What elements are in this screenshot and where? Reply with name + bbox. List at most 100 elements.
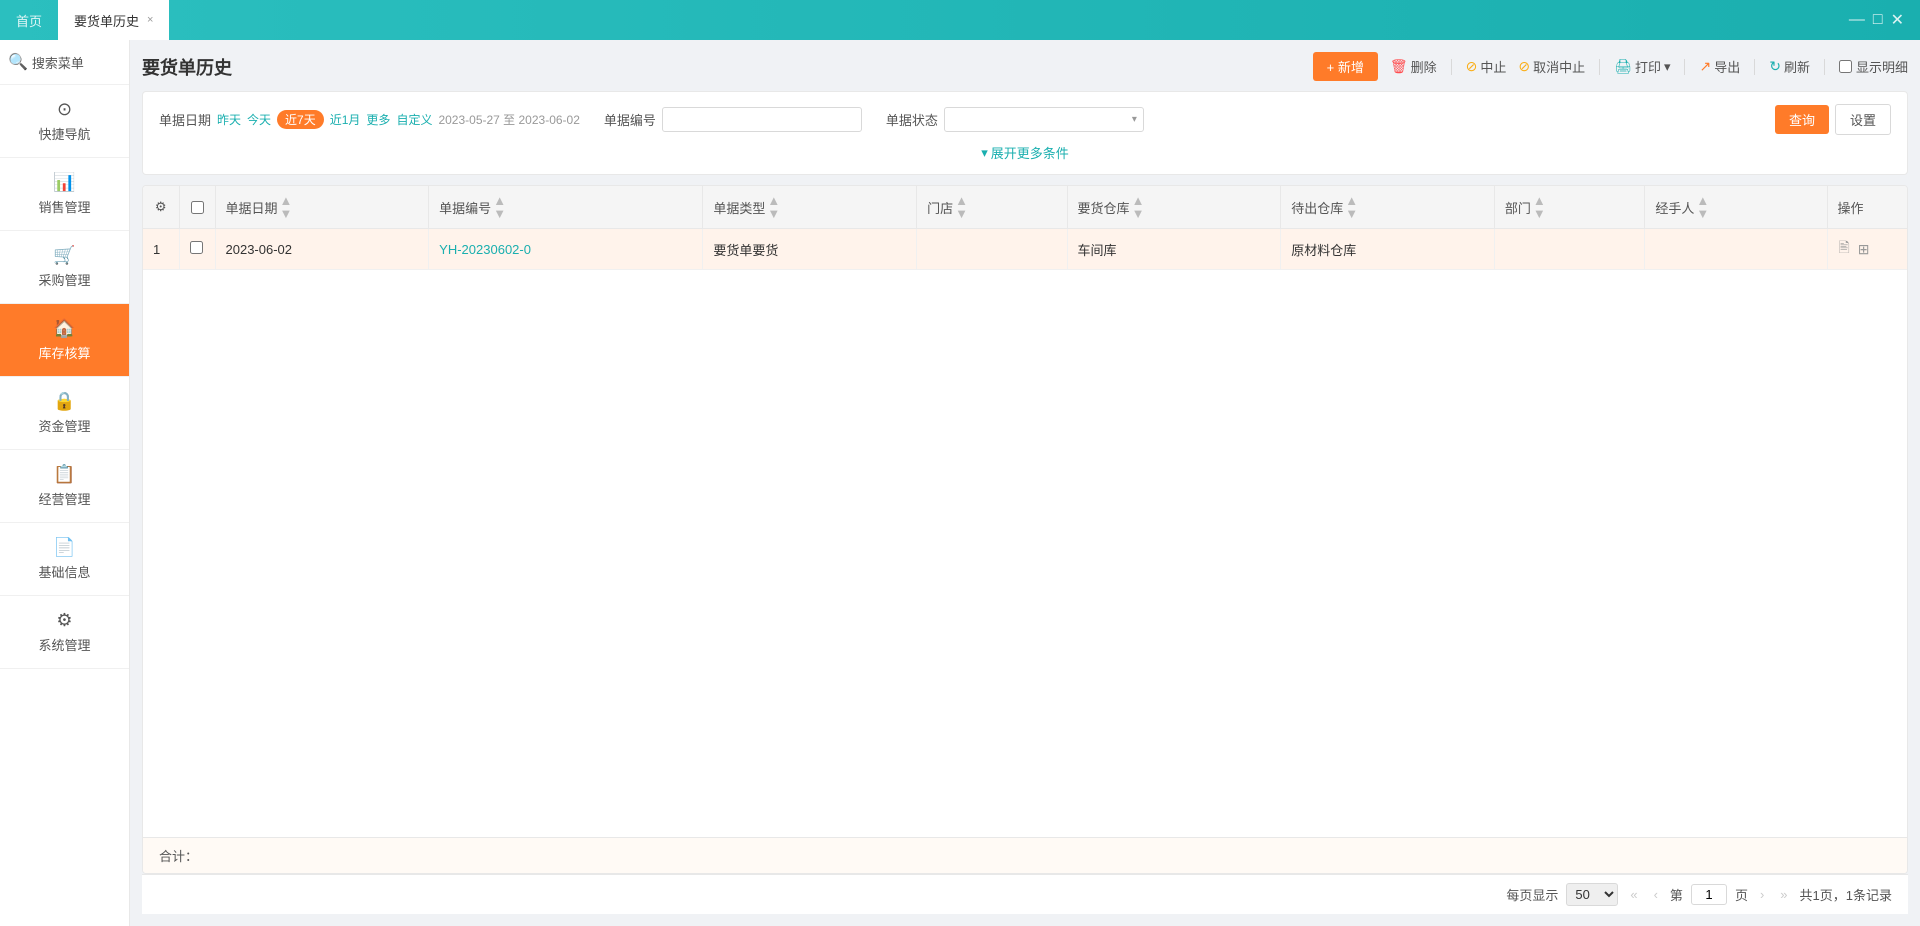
close-btn[interactable]: ✕ [1891, 10, 1904, 30]
docno-filter-label: 单据编号 [604, 110, 656, 129]
page-size-select[interactable]: 10 20 50 100 [1566, 883, 1618, 906]
last-page-btn[interactable]: » [1776, 885, 1791, 904]
current-page-input[interactable] [1691, 884, 1727, 905]
system-icon: ⚙ [56, 610, 72, 631]
purchase-icon: 🛒 [53, 245, 75, 266]
date-yesterday-btn[interactable]: 昨天 [217, 111, 241, 128]
export-icon: ↗ [1699, 58, 1711, 75]
sort-arrows-store: ▲▼ [955, 194, 968, 220]
divider-2 [1599, 59, 1600, 75]
sidebar-item-purchase[interactable]: 🛒 采购管理 [0, 231, 129, 304]
sidebar-item-finance[interactable]: 🔒 资金管理 [0, 377, 129, 450]
date-shortcuts: 昨天 今天 近7天 近1月 更多 自定义 [217, 110, 432, 129]
th-waitwarehouse[interactable]: 待出仓库 ▲▼ [1281, 186, 1495, 229]
th-doctype[interactable]: 单据类型 ▲▼ [703, 186, 917, 229]
display-detail-label: 显示明细 [1856, 57, 1908, 76]
divider-4 [1754, 59, 1755, 75]
print-arrow: ▾ [1664, 59, 1671, 75]
date-more-btn[interactable]: 更多 [366, 111, 390, 128]
table-container: ⚙ 单据日期 ▲▼ [142, 185, 1908, 874]
prev-page-btn[interactable]: ‹ [1650, 885, 1662, 904]
th-reqwarehouse[interactable]: 要货仓库 ▲▼ [1067, 186, 1281, 229]
delete-button[interactable]: 🗑 删除 [1390, 57, 1437, 76]
sidebar-item-operations[interactable]: 📋 经营管理 [0, 450, 129, 523]
sort-arrows-department: ▲▼ [1533, 194, 1546, 220]
top-tabs: 首页 要货单历史 × [0, 0, 1849, 40]
delete-label: 删除 [1411, 57, 1437, 76]
operations-icon: 📋 [53, 464, 75, 485]
date-custom-btn[interactable]: 自定义 [396, 111, 432, 128]
docno-input[interactable] [662, 107, 862, 132]
main-layout: 🔍 搜索菜单 ⊙ 快捷导航 📊 销售管理 🛒 采购管理 🏠 库存核算 🔒 资金管… [0, 40, 1920, 926]
expand-more-row: ▾ 展开更多条件 [159, 143, 1891, 162]
inventory-icon: 🏠 [53, 318, 75, 339]
select-all-checkbox[interactable] [191, 201, 204, 214]
minimize-btn[interactable]: — [1849, 11, 1865, 29]
total-info: 共1页，1条记录 [1800, 885, 1892, 904]
cancel-stop-icon: ⊘ [1518, 58, 1530, 75]
query-button[interactable]: 查询 [1775, 105, 1829, 134]
row-waitwarehouse: 原材料仓库 [1291, 243, 1356, 258]
row-more-btn[interactable]: ⊞ [1857, 240, 1871, 259]
sidebar-item-quick-nav[interactable]: ⊙ 快捷导航 [0, 85, 129, 158]
sidebar-item-label: 销售管理 [38, 197, 90, 216]
th-operations: 操作 [1827, 186, 1907, 229]
tab-history-close[interactable]: × [147, 14, 153, 26]
td-department [1494, 229, 1644, 270]
th-settings[interactable]: ⚙ [143, 186, 179, 229]
page-size-label: 每页显示 [1506, 885, 1558, 904]
maximize-btn[interactable]: □ [1873, 11, 1883, 29]
sidebar-item-basic-info[interactable]: 📄 基础信息 [0, 523, 129, 596]
table-wrapper[interactable]: ⚙ 单据日期 ▲▼ [143, 186, 1907, 837]
header-actions: + 新增 🗑 删除 ⊘ 中止 ⊘ 取消中止 🖨 打印 [1313, 52, 1908, 81]
sidebar-item-sales[interactable]: 📊 销售管理 [0, 158, 129, 231]
delete-icon: 🗑 [1390, 58, 1408, 75]
display-detail-checkbox[interactable] [1839, 60, 1852, 73]
export-button[interactable]: ↗ 导出 [1699, 57, 1740, 76]
row-checkbox[interactable] [190, 241, 203, 254]
status-select-arrow: ▾ [1126, 114, 1143, 125]
expand-more-label: 展开更多条件 [991, 143, 1069, 162]
th-department[interactable]: 部门 ▲▼ [1494, 186, 1644, 229]
td-docno: YH-20230602-0 [429, 229, 703, 270]
cancel-stop-label: 取消中止 [1533, 57, 1585, 76]
th-store[interactable]: 门店 ▲▼ [917, 186, 1067, 229]
search-icon: 🔍 [8, 52, 28, 72]
next-page-btn[interactable]: › [1756, 885, 1768, 904]
divider-3 [1684, 59, 1685, 75]
row-docno-link[interactable]: YH-20230602-0 [439, 242, 531, 257]
sidebar-item-label: 资金管理 [38, 416, 90, 435]
status-select[interactable] [945, 108, 1126, 131]
table-settings-icon[interactable]: ⚙ [155, 199, 167, 215]
display-detail-toggle[interactable]: 显示明细 [1839, 57, 1908, 76]
th-handler[interactable]: 经手人 ▲▼ [1645, 186, 1827, 229]
sidebar-search[interactable]: 🔍 搜索菜单 [0, 40, 129, 85]
row-view-btn[interactable]: 🖹 [1838, 236, 1851, 262]
table-row: 1 2023-06-02 YH-20230602-0 [143, 229, 1907, 270]
refresh-button[interactable]: ↻ 刷新 [1769, 57, 1810, 76]
print-icon: 🖨 [1614, 58, 1632, 75]
th-docno-label: 单据编号 [439, 198, 491, 217]
date-last1month-btn[interactable]: 近1月 [330, 111, 361, 128]
print-button[interactable]: 🖨 打印 ▾ [1614, 57, 1670, 76]
add-button[interactable]: + 新增 [1313, 52, 1378, 81]
th-docno[interactable]: 单据编号 ▲▼ [429, 186, 703, 229]
date-today-btn[interactable]: 今天 [247, 111, 271, 128]
stop-button[interactable]: ⊘ 中止 [1466, 57, 1507, 76]
settings-button[interactable]: 设置 [1835, 104, 1891, 135]
td-seq: 1 [143, 229, 179, 270]
tab-home-label: 首页 [16, 11, 42, 30]
date-last7-btn[interactable]: 近7天 [277, 110, 324, 129]
pagination: 每页显示 10 20 50 100 « ‹ 第 页 › » 共1页，1条记录 [142, 874, 1908, 914]
first-page-btn[interactable]: « [1626, 885, 1641, 904]
td-handler [1645, 229, 1827, 270]
tab-home[interactable]: 首页 [0, 0, 58, 40]
cancel-stop-button[interactable]: ⊘ 取消中止 [1518, 57, 1585, 76]
expand-more-button[interactable]: ▾ 展开更多条件 [981, 143, 1069, 162]
sidebar-item-system[interactable]: ⚙ 系统管理 [0, 596, 129, 669]
sidebar-item-inventory[interactable]: 🏠 库存核算 [0, 304, 129, 377]
tab-history[interactable]: 要货单历史 × [58, 0, 169, 40]
th-docdate[interactable]: 单据日期 ▲▼ [215, 186, 429, 229]
date-filter-label: 单据日期 [159, 110, 211, 129]
basic-info-icon: 📄 [53, 537, 75, 558]
